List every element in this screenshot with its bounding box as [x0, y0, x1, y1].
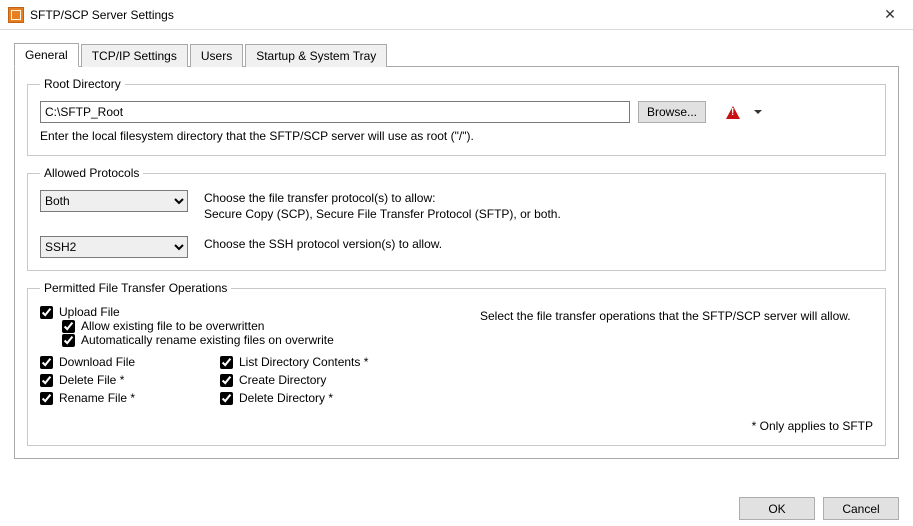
tab-startup[interactable]: Startup & System Tray — [245, 44, 387, 67]
checkbox-input[interactable] — [40, 356, 53, 369]
root-directory-input[interactable] — [40, 101, 630, 123]
checkbox-upload-file[interactable]: Upload File — [40, 305, 480, 319]
ssh-version-desc: Choose the SSH protocol version(s) to al… — [204, 236, 442, 252]
checkbox-label: Automatically rename existing files on o… — [81, 333, 334, 347]
cancel-button[interactable]: Cancel — [823, 497, 899, 520]
tab-label: TCP/IP Settings — [92, 49, 177, 63]
tab-users[interactable]: Users — [190, 44, 243, 67]
checkbox-create-directory[interactable]: Create Directory — [220, 373, 440, 387]
checkbox-label: Download File — [59, 355, 135, 369]
checkbox-label: Upload File — [59, 305, 120, 319]
desc-line: Secure Copy (SCP), Secure File Transfer … — [204, 206, 561, 222]
tab-panel-general: Root Directory Browse... Enter the local… — [14, 66, 899, 459]
operations-description: Select the file transfer operations that… — [480, 305, 873, 405]
tab-strip: General TCP/IP Settings Users Startup & … — [14, 42, 899, 66]
root-directory-hint: Enter the local filesystem directory tha… — [40, 129, 873, 143]
checkbox-allow-overwrite[interactable]: Allow existing file to be overwritten — [62, 319, 480, 333]
tab-label: Users — [201, 49, 232, 63]
checkbox-list-directory[interactable]: List Directory Contents * — [220, 355, 440, 369]
checkbox-label: Delete File * — [59, 373, 124, 387]
checkbox-delete-directory[interactable]: Delete Directory * — [220, 391, 440, 405]
checkbox-input[interactable] — [40, 374, 53, 387]
checkbox-input[interactable] — [220, 392, 233, 405]
checkbox-input[interactable] — [40, 306, 53, 319]
tab-label: Startup & System Tray — [256, 49, 376, 63]
warning-icon — [726, 106, 740, 119]
titlebar: SFTP/SCP Server Settings ✕ — [0, 0, 913, 30]
group-legend: Root Directory — [40, 77, 125, 91]
checkbox-label: Delete Directory * — [239, 391, 333, 405]
checkbox-auto-rename[interactable]: Automatically rename existing files on o… — [62, 333, 480, 347]
checkbox-delete-file[interactable]: Delete File * — [40, 373, 220, 387]
checkbox-input[interactable] — [220, 374, 233, 387]
close-button[interactable]: ✕ — [867, 0, 913, 30]
checkbox-download-file[interactable]: Download File — [40, 355, 220, 369]
ssh-version-select[interactable]: SSH2 — [40, 236, 188, 258]
group-legend: Allowed Protocols — [40, 166, 143, 180]
app-icon — [8, 7, 24, 23]
warning-dropdown[interactable] — [754, 110, 762, 114]
button-label: Browse... — [647, 105, 697, 119]
tab-label: General — [25, 48, 68, 62]
transfer-protocol-desc: Choose the file transfer protocol(s) to … — [204, 190, 561, 222]
checkbox-input[interactable] — [62, 334, 75, 347]
group-root-directory: Root Directory Browse... Enter the local… — [27, 77, 886, 156]
close-icon: ✕ — [884, 6, 896, 23]
sftp-only-note: * Only applies to SFTP — [40, 419, 873, 433]
checkbox-input[interactable] — [220, 356, 233, 369]
checkbox-input[interactable] — [62, 320, 75, 333]
browse-button[interactable]: Browse... — [638, 101, 706, 123]
group-allowed-protocols: Allowed Protocols Both Choose the file t… — [27, 166, 886, 271]
checkbox-label: Create Directory — [239, 373, 326, 387]
group-permitted-operations: Permitted File Transfer Operations Uploa… — [27, 281, 886, 446]
button-label: OK — [768, 502, 785, 516]
button-label: Cancel — [842, 502, 879, 516]
tab-general[interactable]: General — [14, 43, 79, 67]
tab-tcpip[interactable]: TCP/IP Settings — [81, 44, 188, 67]
checkbox-label: List Directory Contents * — [239, 355, 368, 369]
window-title: SFTP/SCP Server Settings — [30, 8, 174, 22]
ok-button[interactable]: OK — [739, 497, 815, 520]
checkbox-label: Rename File * — [59, 391, 135, 405]
desc-line: Choose the file transfer protocol(s) to … — [204, 190, 561, 206]
checkbox-rename-file[interactable]: Rename File * — [40, 391, 220, 405]
transfer-protocol-select[interactable]: Both — [40, 190, 188, 212]
group-legend: Permitted File Transfer Operations — [40, 281, 231, 295]
dialog-footer: OK Cancel — [739, 497, 899, 520]
checkbox-label: Allow existing file to be overwritten — [81, 319, 264, 333]
checkbox-input[interactable] — [40, 392, 53, 405]
